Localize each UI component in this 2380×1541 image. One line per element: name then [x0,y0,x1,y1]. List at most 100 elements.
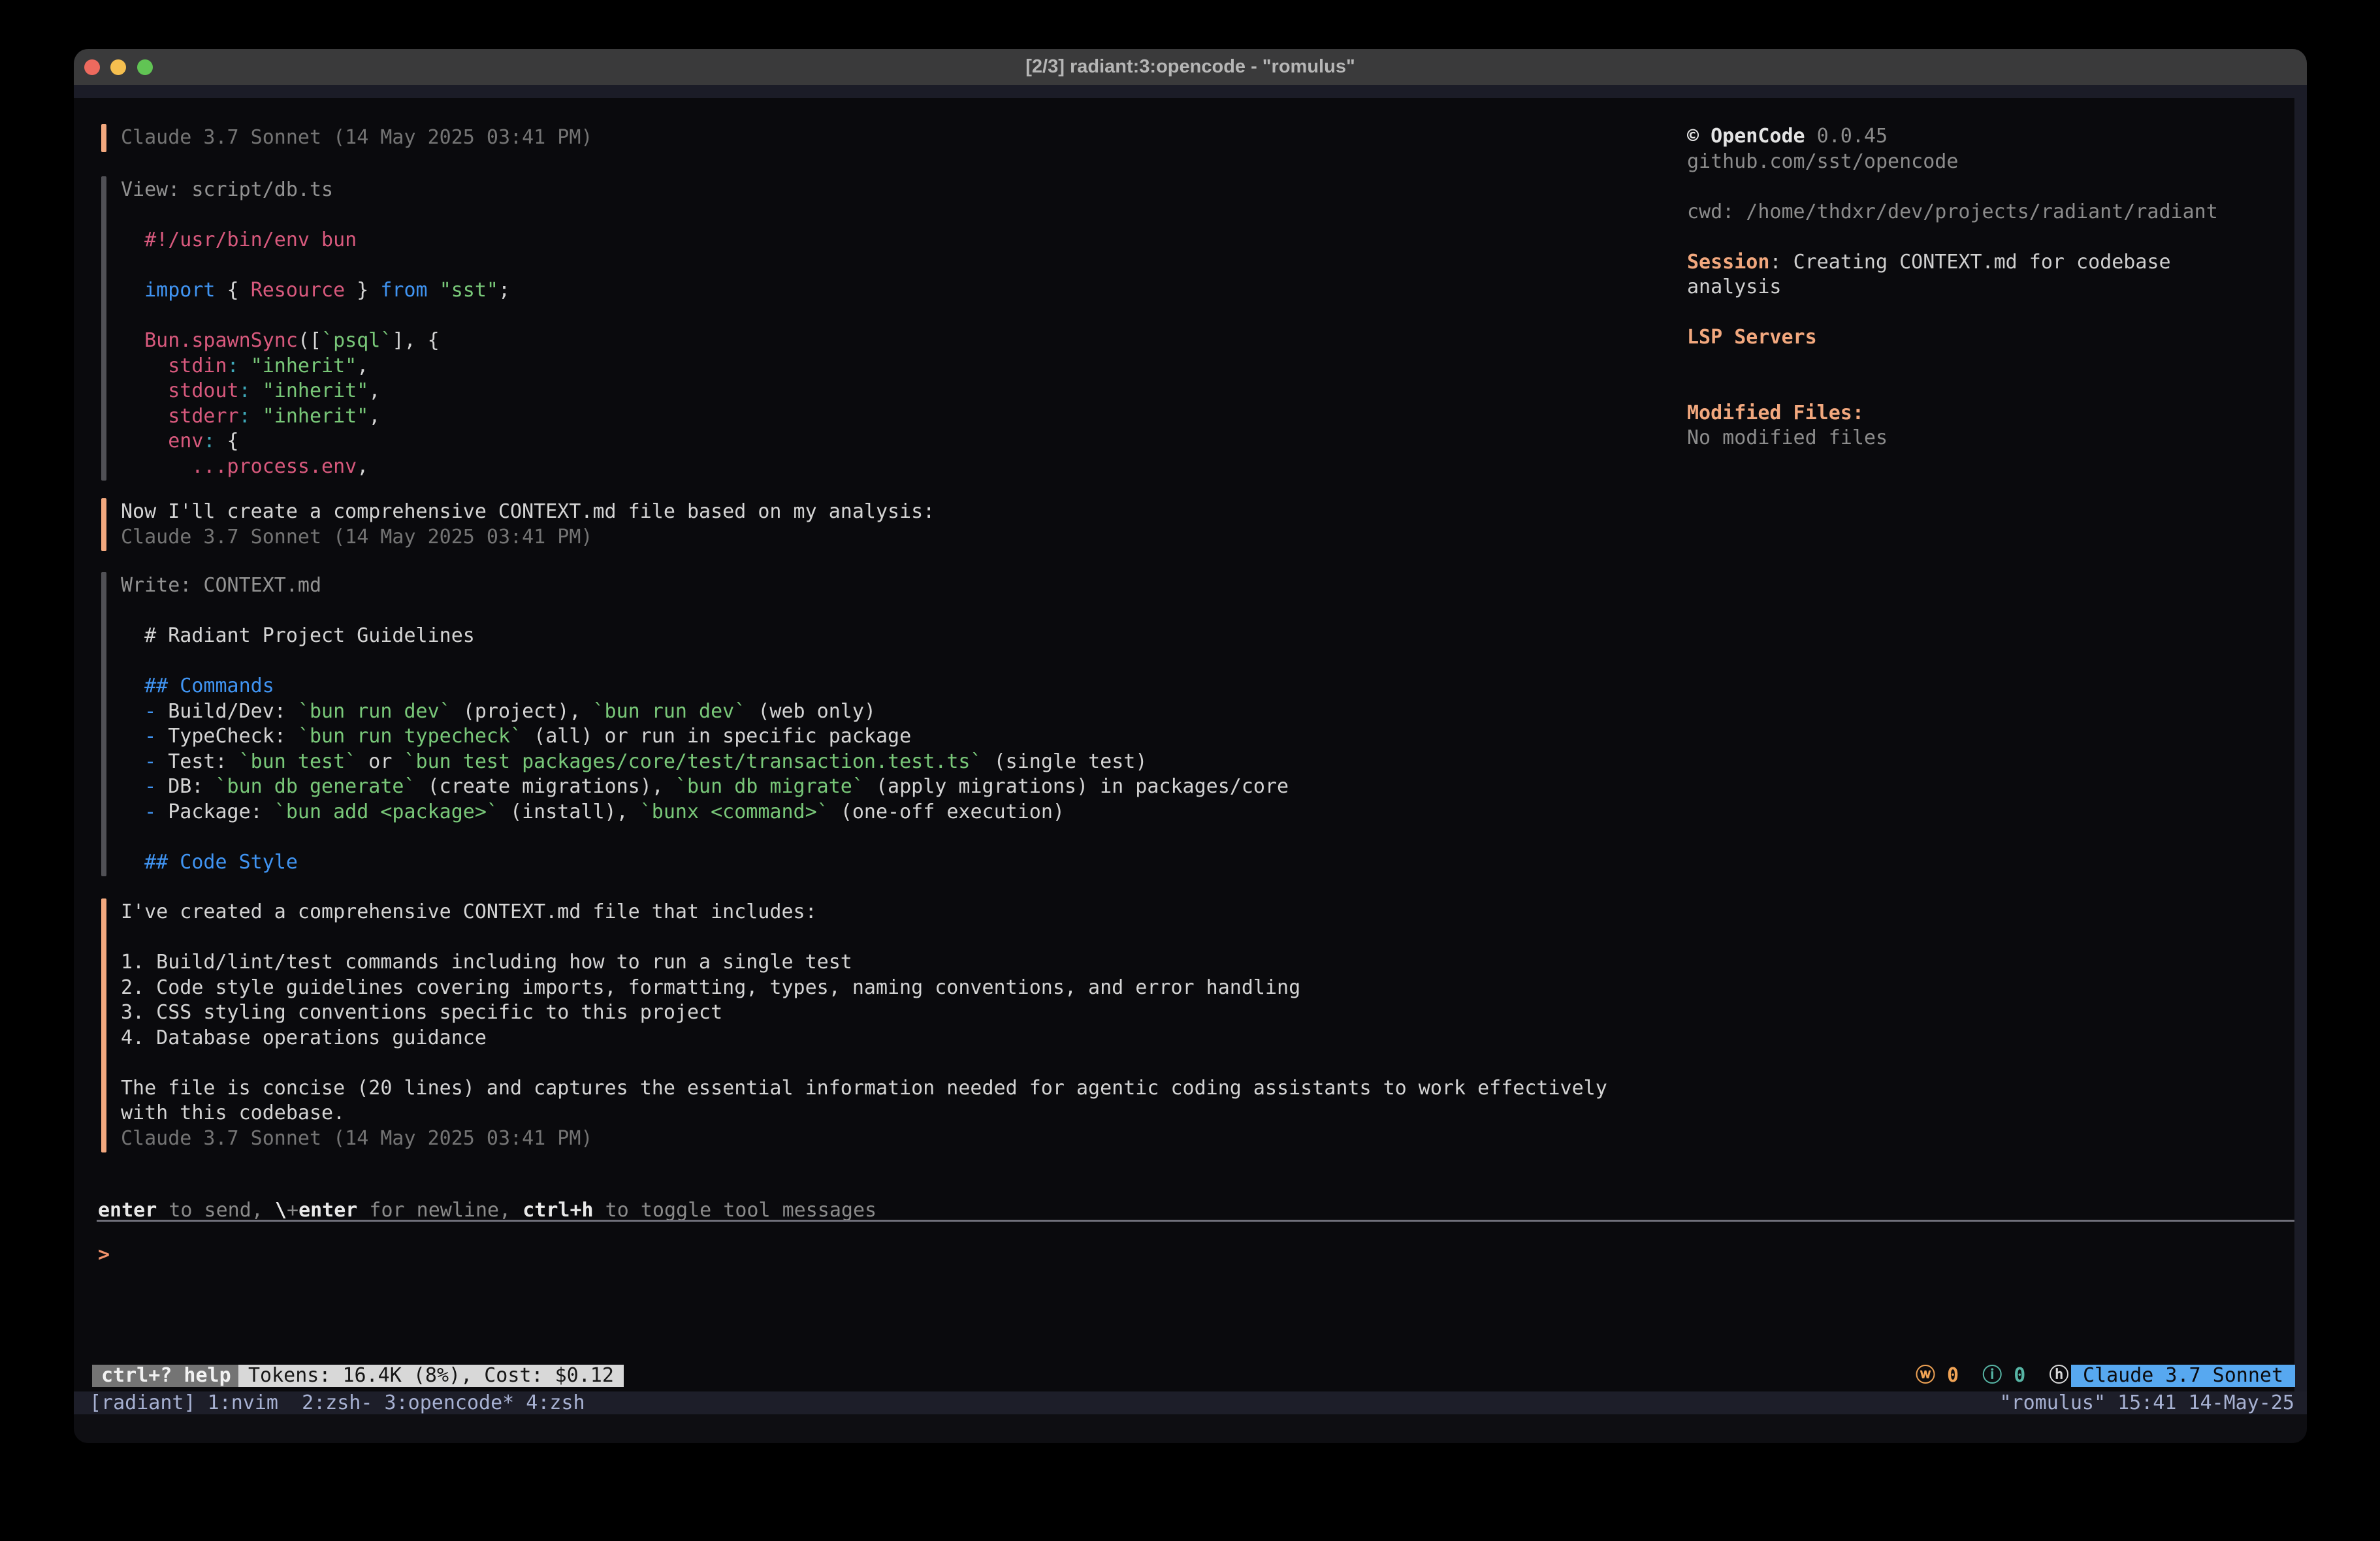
terminal-line: Write: CONTEXT.md [121,573,1289,599]
terminal-right-padding [2294,85,2307,1414]
text-segment: "inherit" [263,405,369,428]
text-segment: + [287,1199,298,1222]
text-segment: ctrl+h [523,1199,593,1222]
tool-call-write: Write: CONTEXT.md # Radiant Project Guid… [101,573,1289,875]
tmux-status-bar: [radiant] 1:nvim 2:zsh- 3:opencode* 4:zs… [74,1391,2307,1414]
terminal-line: No modified files [1687,426,2294,451]
text-segment: 1. Build/lint/test commands including ho… [121,951,852,974]
text-segment: to send, [157,1199,275,1222]
text-segment: \ [275,1199,287,1222]
text-segment: #!/usr/bin/env bun [144,229,357,251]
text-segment: , [357,355,368,377]
text-segment: analysis [1687,276,1782,298]
terminal-line: - TypeCheck: `bun run typecheck` (all) o… [121,724,1289,750]
diagnostics-counters: ⓦ 0 ⓘ 0 ⓗ 0 [1916,1365,2093,1387]
text-segment: , [368,379,380,402]
message-accent-bar [101,124,106,152]
info-count-icon: ⓘ 0 [1959,1364,2025,1387]
text-segment [251,379,263,402]
text-segment [121,379,168,402]
tool-call-view: View: script/db.ts #!/usr/bin/env bun im… [101,178,510,479]
text-segment: with this codebase. [121,1102,345,1124]
terminal-line [121,825,1289,850]
terminal-line: - Build/Dev: `bun run dev` (project), `b… [121,699,1289,725]
text-segment: 0.0.45 [1805,125,1888,148]
text-segment: TypeCheck: [168,725,298,748]
text-segment: enter [98,1199,157,1222]
terminal-line: - DB: `bun db generate` (create migratio… [121,774,1289,800]
text-segment: for newline, [357,1199,523,1222]
text-segment [251,405,263,428]
terminal-line: stdin: "inherit", [121,354,510,379]
tokens-cost-chip: Tokens: 16.4K (8%), Cost: $0.12 [238,1365,624,1387]
terminal-line [1687,375,2294,401]
terminal-line: 2. Code style guidelines covering import… [121,976,1607,1001]
terminal-line [1687,351,2294,376]
text-segment: (all) or run in specific package [522,725,911,748]
text-segment [121,455,191,478]
text-segment: `bun run dev` [593,700,747,723]
text-segment: Write: CONTEXT.md [121,574,321,597]
text-segment: Modified Files: [1687,402,1864,424]
text-segment: OpenCode [1711,125,1805,148]
terminal-line [1687,174,2294,200]
terminal-line: import { Resource } from "sst"; [121,278,510,304]
text-segment: - [144,750,168,773]
prompt-symbol: > [98,1243,110,1266]
prompt-input[interactable]: > [98,1239,2253,1271]
terminal-line: Now I'll create a comprehensive CONTEXT.… [121,500,935,525]
text-segment: Build/Dev: [168,700,298,723]
message-accent-bar [101,898,106,1152]
text-segment: "sst" [440,279,498,302]
text-segment [121,405,168,428]
text-segment: "inherit" [263,379,369,402]
terminal-line: LSP Servers [1687,325,2294,351]
text-segment: Resource [251,279,346,302]
text-segment: { [216,430,239,453]
text-segment: (one-off execution) [829,801,1065,823]
text-segment: cwd: /home/thdxr/dev/projects/radiant/ra… [1687,200,2218,223]
terminal-line [1687,300,2294,326]
text-segment: # Radiant Project Guidelines [121,624,475,647]
tmux-window-list[interactable]: [radiant] 1:nvim 2:zsh- 3:opencode* 4:zs… [89,1391,585,1414]
text-segment: 4. Database operations guidance [121,1026,487,1049]
text-segment: View: script/db.ts [121,178,333,201]
terminal-line: stdout: "inherit", [121,379,510,404]
terminal-line: - Test: `bun test` or `bun test packages… [121,750,1289,775]
text-segment [121,329,144,352]
terminal-line: ## Commands [121,674,1289,699]
assistant-message-2: I've created a comprehensive CONTEXT.md … [101,900,1607,1151]
tool-accent-bar [101,176,106,481]
terminal-line [121,304,510,329]
terminal-line [121,599,1289,624]
window-title-bar[interactable]: [2/3] radiant:3:opencode - "romulus" [74,49,2307,86]
text-segment: - [144,775,168,798]
status-bar: ctrl+? help Tokens: 16.4K (8%), Cost: $0… [74,1365,2294,1387]
terminal-line: 3. CSS styling conventions specific to t… [121,1000,1607,1026]
terminal-line: stderr: "inherit", [121,404,510,430]
text-segment: (project), [451,700,593,723]
text-segment: `bun run dev` [298,700,451,723]
text-segment [121,801,144,823]
text-segment: ], { [392,329,439,352]
text-segment: : [1769,251,1793,274]
text-segment: (install), [498,801,640,823]
text-segment: ...process.env [191,455,357,478]
terminal-line [121,1051,1607,1076]
text-segment [121,750,144,773]
text-segment: ## Code Style [121,851,298,874]
text-segment: Package: [168,801,274,823]
text-segment: (single test) [982,750,1148,773]
terminal-line: Bun.spawnSync([`psql`], { [121,328,510,354]
text-segment [121,229,144,251]
text-segment: `bun test packages/core/test/transaction… [404,750,982,773]
help-chip: ctrl+? help [92,1365,240,1387]
text-segment: env [168,430,203,453]
text-segment: stdin [168,355,227,377]
tool-accent-bar [101,572,106,876]
text-segment [121,355,168,377]
terminal-line: Claude 3.7 Sonnet (14 May 2025 03:41 PM) [121,1126,1607,1152]
terminal-line: View: script/db.ts [121,178,510,203]
warn-count-icon: ⓦ 0 [1916,1364,1959,1387]
terminal-line: Claude 3.7 Sonnet (14 May 2025 03:41 PM) [121,125,592,151]
